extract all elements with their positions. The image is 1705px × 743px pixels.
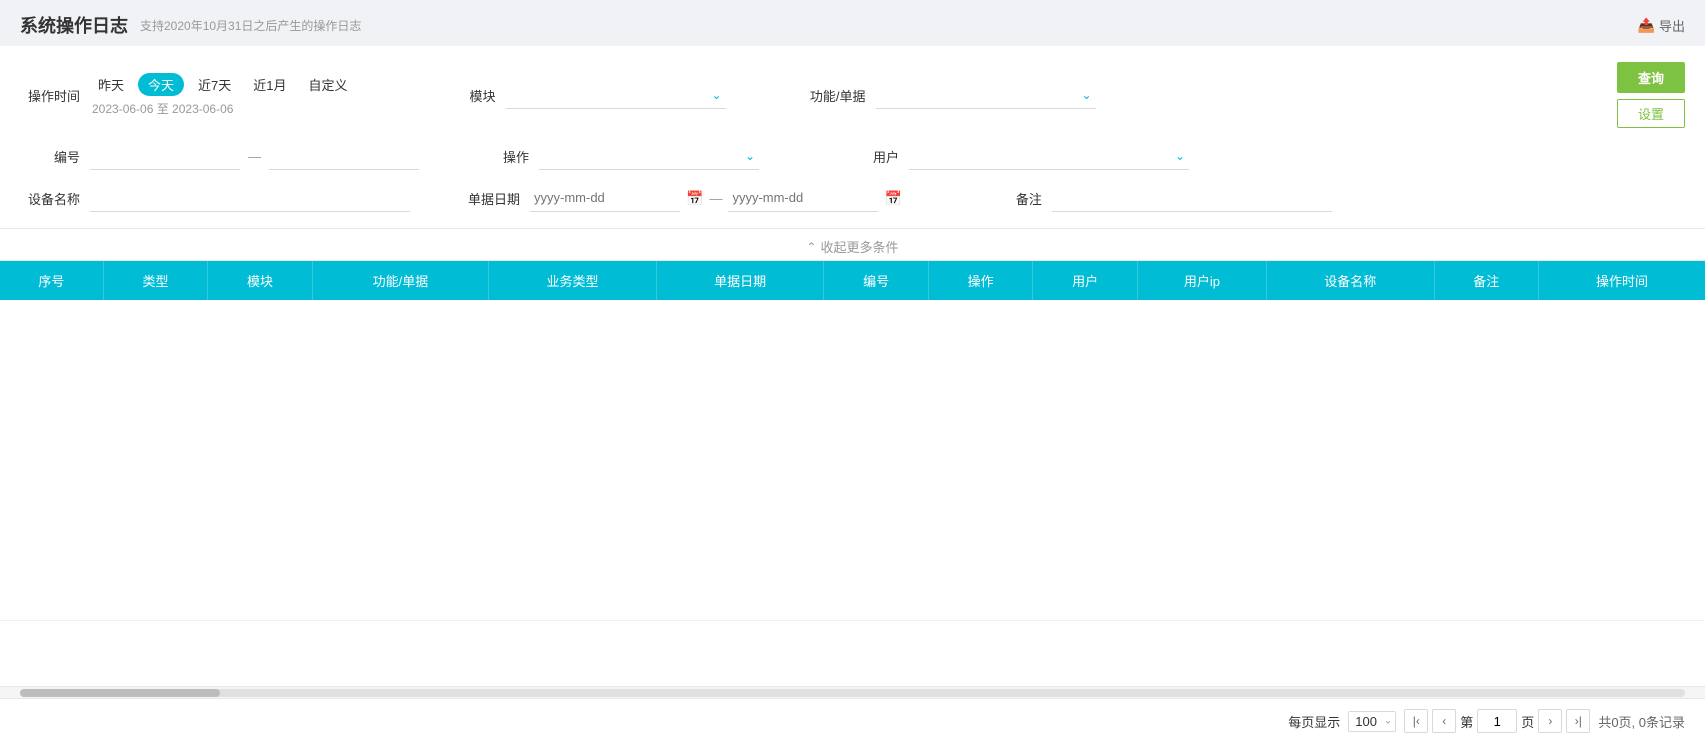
nav-last-button[interactable]: ›| xyxy=(1566,709,1590,733)
pagination-nav: |‹ ‹ 第 页 › ›| xyxy=(1404,709,1590,733)
scrollbar-row xyxy=(0,686,1705,698)
module-label: 模块 xyxy=(436,86,506,105)
date-sep: — xyxy=(709,191,722,206)
time-btn-custom[interactable]: 自定义 xyxy=(301,73,356,96)
col-doc-date: 单据日期 xyxy=(656,261,824,300)
func-select[interactable] xyxy=(876,81,1096,109)
doc-date-wrapper: 📅 — 📅 xyxy=(530,184,902,212)
operation-label: 操作 xyxy=(469,147,539,166)
collapse-row: ⌃ 收起更多条件 xyxy=(0,229,1705,261)
page-input-group: 第 页 xyxy=(1460,709,1534,733)
col-biz-type: 业务类型 xyxy=(489,261,657,300)
device-label: 设备名称 xyxy=(20,189,90,208)
calendar-icon-start[interactable]: 📅 xyxy=(686,190,703,207)
time-range-text: 2023-06-06 至 2023-06-06 xyxy=(92,100,356,117)
col-number: 编号 xyxy=(824,261,928,300)
time-btn-1month[interactable]: 近1月 xyxy=(245,73,294,96)
page-size-wrapper: 50 100 200 500 ⌄ xyxy=(1348,711,1396,732)
device-input[interactable] xyxy=(90,184,410,212)
table-wrapper: 序号 类型 模块 功能/单据 业务类型 单据日期 编号 操作 用户 用户ip 设… xyxy=(0,261,1705,686)
filter-area: 操作时间 昨天 今天 近7天 近1月 自定义 2023-06-06 至 2023… xyxy=(0,46,1705,229)
time-buttons: 昨天 今天 近7天 近1月 自定义 xyxy=(90,73,356,96)
export-icon: 📤 xyxy=(1638,17,1655,34)
user-select-wrapper: ⌄ xyxy=(909,142,1189,170)
page-size-label: 每页显示 xyxy=(1288,712,1340,731)
col-operation: 操作 xyxy=(928,261,1032,300)
time-btn-7days[interactable]: 近7天 xyxy=(190,73,239,96)
col-remark: 备注 xyxy=(1434,261,1538,300)
page-wrapper: 系统操作日志 支持2020年10月31日之后产生的操作日志 📤 导出 操作时间 … xyxy=(0,0,1705,743)
col-func: 功能/单据 xyxy=(312,261,488,300)
operation-select[interactable] xyxy=(539,142,759,170)
page-label: 第 xyxy=(1460,712,1473,731)
nav-next-button[interactable]: › xyxy=(1538,709,1562,733)
time-label: 操作时间 xyxy=(20,86,90,105)
col-type: 类型 xyxy=(103,261,207,300)
col-user-ip: 用户ip xyxy=(1137,261,1266,300)
date-input-end[interactable] xyxy=(728,184,878,212)
export-button[interactable]: 📤 导出 xyxy=(1638,16,1685,35)
number-sep: — xyxy=(248,149,261,164)
col-user: 用户 xyxy=(1033,261,1137,300)
page-title: 系统操作日志 xyxy=(20,12,128,38)
module-select-wrapper: ⌄ xyxy=(506,81,726,109)
time-btn-yesterday[interactable]: 昨天 xyxy=(90,73,132,96)
user-select[interactable] xyxy=(909,142,1189,170)
calendar-icon-end[interactable]: 📅 xyxy=(884,190,901,207)
filter-row-1: 操作时间 昨天 今天 近7天 近1月 自定义 2023-06-06 至 2023… xyxy=(20,62,1685,128)
table-header: 序号 类型 模块 功能/单据 业务类型 单据日期 编号 操作 用户 用户ip 设… xyxy=(0,261,1705,300)
page-subtitle: 支持2020年10月31日之后产生的操作日志 xyxy=(140,17,361,34)
remark-input[interactable] xyxy=(1052,184,1332,212)
data-table: 序号 类型 模块 功能/单据 业务类型 单据日期 编号 操作 用户 用户ip 设… xyxy=(0,261,1705,621)
doc-date-label: 单据日期 xyxy=(460,189,530,208)
action-buttons: 查询 设置 xyxy=(1617,62,1685,128)
col-module: 模块 xyxy=(208,261,312,300)
collapse-button[interactable]: ⌃ 收起更多条件 xyxy=(806,237,898,256)
page-number-input[interactable] xyxy=(1477,709,1517,733)
empty-cell xyxy=(0,300,1705,620)
collapse-label: 收起更多条件 xyxy=(821,237,899,256)
nav-prev-button[interactable]: ‹ xyxy=(1432,709,1456,733)
time-filter: 昨天 今天 近7天 近1月 自定义 2023-06-06 至 2023-06-0… xyxy=(90,73,356,117)
table-header-row: 序号 类型 模块 功能/单据 业务类型 单据日期 编号 操作 用户 用户ip 设… xyxy=(0,261,1705,300)
time-btn-today[interactable]: 今天 xyxy=(138,73,184,96)
scrollbar-track xyxy=(20,689,1685,697)
filter-row-3: 设备名称 单据日期 📅 — 📅 备注 xyxy=(20,184,1685,212)
export-label: 导出 xyxy=(1659,16,1685,35)
operation-select-wrapper: ⌄ xyxy=(539,142,759,170)
col-seq: 序号 xyxy=(0,261,103,300)
chevron-up-icon: ⌃ xyxy=(806,240,816,254)
filter-row-2: 编号 — 操作 ⌄ 用户 xyxy=(20,142,1685,170)
col-device: 设备名称 xyxy=(1266,261,1434,300)
module-select[interactable] xyxy=(506,81,726,109)
total-text: 共0页, 0条记录 xyxy=(1598,712,1685,731)
scrollbar-thumb[interactable] xyxy=(20,689,220,697)
func-select-wrapper: ⌄ xyxy=(876,81,1096,109)
page-size-select[interactable]: 50 100 200 500 xyxy=(1348,711,1396,732)
remark-label: 备注 xyxy=(982,189,1052,208)
number-range: — xyxy=(90,142,419,170)
number-label: 编号 xyxy=(20,147,90,166)
nav-first-button[interactable]: |‹ xyxy=(1404,709,1428,733)
col-op-time: 操作时间 xyxy=(1539,261,1705,300)
empty-row xyxy=(0,300,1705,620)
page-unit: 页 xyxy=(1521,712,1534,731)
number-input-end[interactable] xyxy=(269,142,419,170)
number-input-start[interactable] xyxy=(90,142,240,170)
date-input-start[interactable] xyxy=(530,184,680,212)
pagination-bar: 每页显示 50 100 200 500 ⌄ |‹ ‹ 第 页 › ›| 共0页,… xyxy=(0,698,1705,743)
user-label: 用户 xyxy=(839,147,909,166)
table-body xyxy=(0,300,1705,620)
query-button[interactable]: 查询 xyxy=(1617,62,1685,93)
func-label: 功能/单据 xyxy=(806,86,876,105)
settings-button[interactable]: 设置 xyxy=(1617,99,1685,128)
page-header: 系统操作日志 支持2020年10月31日之后产生的操作日志 📤 导出 xyxy=(0,0,1705,46)
